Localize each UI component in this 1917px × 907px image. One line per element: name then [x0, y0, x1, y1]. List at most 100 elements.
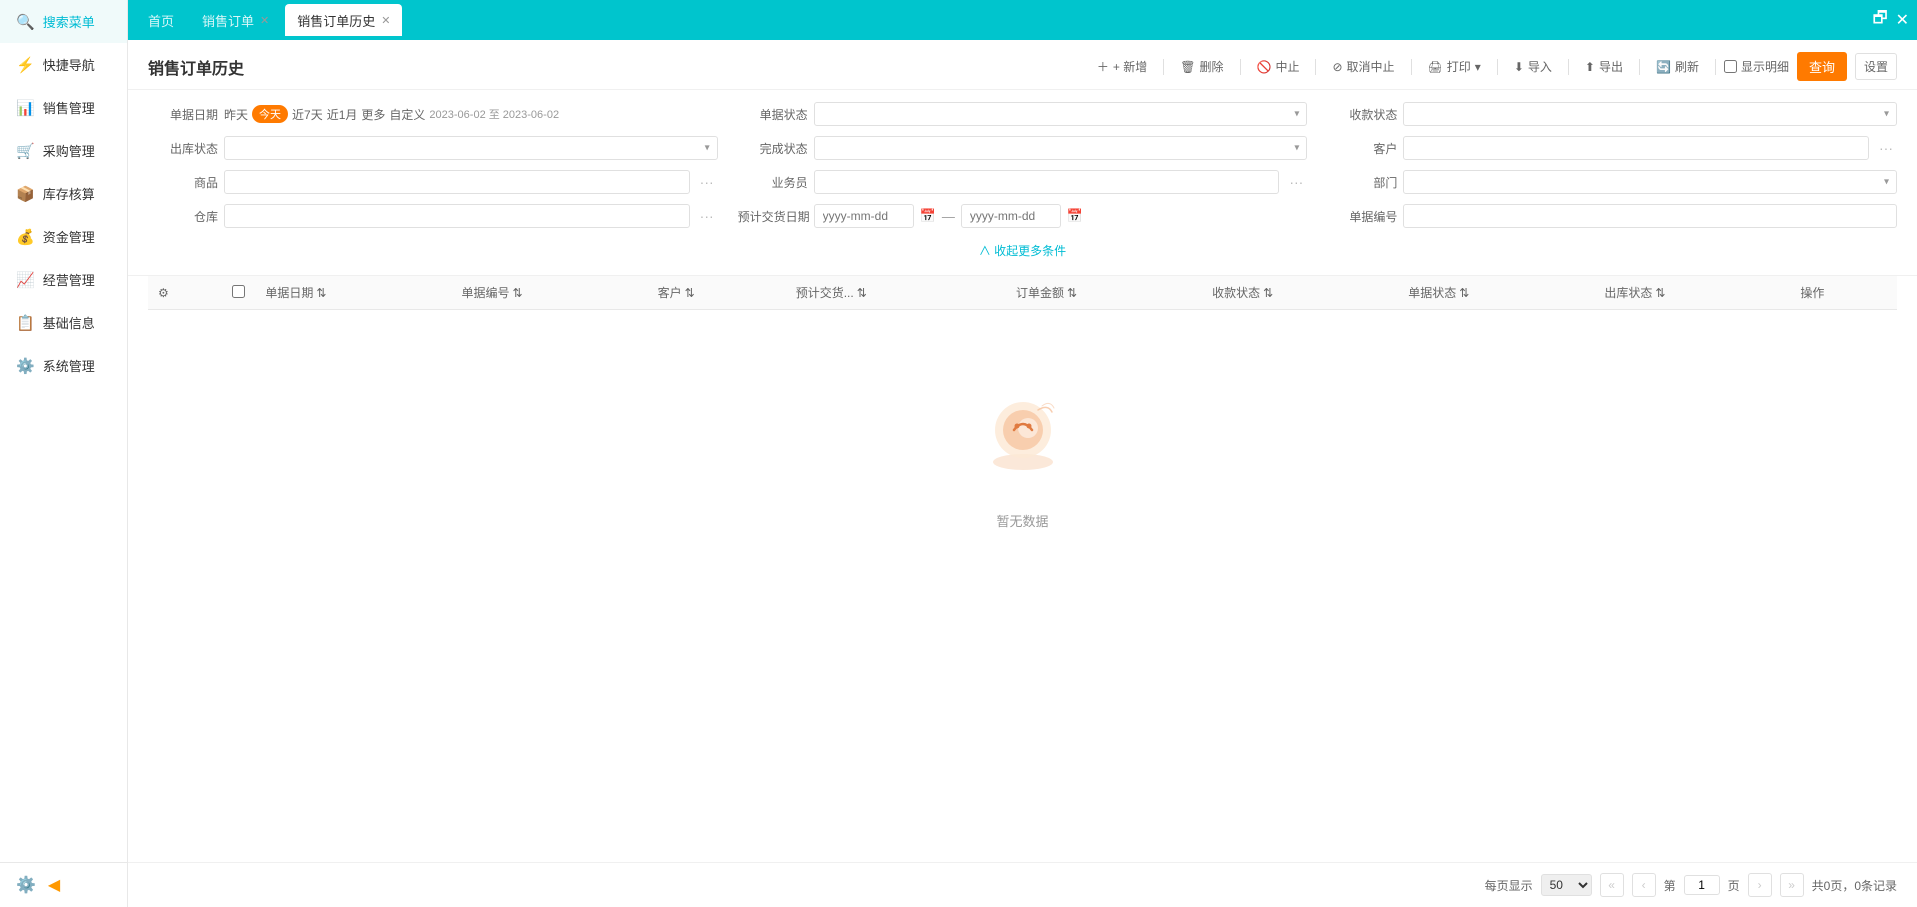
col-settings-btn[interactable]: ⚙ — [148, 276, 222, 310]
col-delivery-label: 预计交货... — [796, 284, 854, 301]
sidebar-label-system-mgmt: 系统管理 — [43, 356, 95, 375]
select-all-checkbox[interactable] — [232, 285, 245, 298]
delete-button[interactable]: 🗑 删除 — [1172, 54, 1231, 79]
page-size-select[interactable]: 50 20 100 — [1541, 874, 1592, 896]
salesperson-dots-icon[interactable]: ··· — [1285, 174, 1307, 190]
date-more-btn[interactable]: 更多 — [361, 106, 385, 123]
warehouse-input[interactable] — [224, 204, 690, 228]
sidebar-item-inventory-check[interactable]: 📦 库存核算 — [0, 172, 127, 215]
product-dots-icon[interactable]: ··· — [696, 174, 718, 190]
sort-delivery-btn[interactable]: 预计交货... ⇅ — [796, 284, 996, 301]
customer-input[interactable] — [1403, 136, 1869, 160]
date-1month-btn[interactable]: 近1月 — [327, 106, 358, 123]
collapse-conditions-btn[interactable]: ∧ 收起更多条件 — [148, 238, 1897, 263]
collapse-label: ∧ 收起更多条件 — [979, 244, 1066, 258]
date-7days-btn[interactable]: 近7天 — [292, 106, 323, 123]
sort-date-icon: ⇅ — [316, 286, 326, 300]
filter-row-1: 单据日期 昨天 今天 近7天 近1月 更多 自定义 2023-06-02 至 2… — [148, 102, 1897, 126]
export-button[interactable]: ⬆ 导出 — [1577, 54, 1631, 79]
department-select[interactable] — [1403, 170, 1897, 194]
order-status-select[interactable] — [814, 102, 1308, 126]
stop-button[interactable]: 🚫 中止 — [1249, 54, 1308, 79]
sidebar-item-search-menu[interactable]: 🔍 搜索菜单 — [0, 0, 127, 43]
next-page-button[interactable]: › — [1748, 873, 1772, 897]
page-header: 销售订单历史 ＋ + 新增 🗑 删除 🚫 中止 ⊘ — [128, 40, 1917, 90]
payment-status-label: 收款状态 — [1327, 106, 1397, 123]
sort-date-btn[interactable]: 单据日期 ⇅ — [265, 284, 441, 301]
col-select-all[interactable] — [222, 276, 255, 310]
sort-payment-status-btn[interactable]: 收款状态 ⇅ — [1212, 284, 1388, 301]
sort-no-icon: ⇅ — [513, 286, 523, 300]
sidebar-item-sales-mgmt[interactable]: 📊 销售管理 — [0, 86, 127, 129]
date-range-group: 昨天 今天 近7天 近1月 更多 自定义 2023-06-02 至 2023-0… — [224, 105, 718, 123]
window-restore-icon[interactable]: 🗗 — [1873, 7, 1888, 34]
print-label: 打印 — [1447, 58, 1471, 75]
toolbar-divider-1 — [1163, 59, 1164, 75]
first-page-button[interactable]: « — [1600, 873, 1624, 897]
sort-ship-status-btn[interactable]: 出库状态 ⇅ — [1604, 284, 1780, 301]
window-close-icon[interactable]: ✕ — [1896, 10, 1909, 30]
sidebar-item-ops-mgmt[interactable]: 📈 经营管理 — [0, 258, 127, 301]
sort-order-status-btn[interactable]: 单据状态 ⇅ — [1408, 284, 1584, 301]
new-button[interactable]: ＋ + 新增 — [1089, 54, 1155, 79]
settings-button[interactable]: 设置 — [1855, 53, 1897, 80]
sidebar-settings-icon[interactable]: ⚙️ — [16, 875, 36, 895]
customer-dots-icon[interactable]: ··· — [1875, 140, 1897, 156]
payment-status-select[interactable] — [1403, 102, 1897, 126]
sidebar-item-quick-nav[interactable]: ⚡ 快捷导航 — [0, 43, 127, 86]
salesperson-input[interactable] — [814, 170, 1280, 194]
delivery-date-start-calendar-icon[interactable]: 📅 — [920, 208, 936, 224]
sidebar-label-search: 搜索菜单 — [43, 12, 95, 31]
filter-customer: 客户 ··· — [1327, 136, 1897, 160]
sidebar-item-fund-mgmt[interactable]: 💰 资金管理 — [0, 215, 127, 258]
refresh-button[interactable]: 🔄 刷新 — [1648, 54, 1707, 79]
refresh-label: 刷新 — [1675, 58, 1699, 75]
tab-sales-order-history-close[interactable]: ✕ — [381, 14, 390, 27]
prev-page-button[interactable]: ‹ — [1632, 873, 1656, 897]
stop-icon: 🚫 — [1257, 60, 1272, 74]
cancel-stop-button[interactable]: ⊘ 取消中止 — [1324, 54, 1402, 79]
show-detail-checkbox[interactable] — [1724, 60, 1737, 73]
query-button[interactable]: 查询 — [1797, 52, 1847, 81]
warehouse-dots-icon[interactable]: ··· — [696, 208, 718, 224]
print-dropdown-icon: ▾ — [1475, 60, 1481, 74]
delete-label: 删除 — [1199, 58, 1223, 75]
order-no-input[interactable] — [1403, 204, 1897, 228]
tab-list: 首页 销售订单 ✕ 销售订单历史 ✕ — [136, 0, 402, 40]
tab-home[interactable]: 首页 — [136, 4, 186, 36]
delivery-date-end[interactable] — [961, 204, 1061, 228]
sort-customer-icon: ⇅ — [685, 286, 695, 300]
col-order-status-label: 单据状态 — [1408, 284, 1456, 301]
last-page-button[interactable]: » — [1780, 873, 1804, 897]
delivery-date-end-calendar-icon[interactable]: 📅 — [1067, 208, 1083, 224]
filter-order-status: 单据状态 ▾ — [738, 102, 1308, 126]
department-select-wrapper: ▾ — [1403, 170, 1897, 194]
tab-sales-order[interactable]: 销售订单 ✕ — [190, 4, 281, 36]
show-detail-toggle[interactable]: 显示明细 — [1724, 58, 1789, 75]
product-input[interactable] — [224, 170, 690, 194]
sort-ship-status-icon: ⇅ — [1655, 286, 1665, 300]
sort-no-btn[interactable]: 单据编号 ⇅ — [462, 284, 638, 301]
tab-sales-order-history[interactable]: 销售订单历史 ✕ — [285, 4, 402, 36]
col-payment-status-label: 收款状态 — [1212, 284, 1260, 301]
ship-status-select[interactable] — [224, 136, 718, 160]
sales-mgmt-icon: 📊 — [16, 99, 35, 117]
sidebar-collapse-icon[interactable]: ◀ — [48, 875, 60, 895]
quick-nav-icon: ⚡ — [16, 56, 35, 74]
import-button[interactable]: ⬇ 导入 — [1506, 54, 1560, 79]
complete-status-select[interactable] — [814, 136, 1308, 160]
sidebar-item-purchase-mgmt[interactable]: 🛒 采购管理 — [0, 129, 127, 172]
sort-amount-btn[interactable]: 订单金额 ⇅ — [1016, 284, 1192, 301]
sidebar-label-purchase-mgmt: 采购管理 — [43, 141, 95, 160]
date-yesterday-btn[interactable]: 昨天 — [224, 106, 248, 123]
date-today-btn[interactable]: 今天 — [252, 105, 288, 123]
print-button[interactable]: 🖨 打印 ▾ — [1420, 54, 1489, 79]
tab-sales-order-close[interactable]: ✕ — [260, 14, 269, 27]
date-custom-btn[interactable]: 自定义 — [389, 106, 425, 123]
page-number-input[interactable] — [1684, 875, 1720, 895]
sidebar-label-basic-info: 基础信息 — [43, 313, 95, 332]
sort-customer-btn[interactable]: 客户 ⇅ — [658, 284, 776, 301]
sidebar-item-system-mgmt[interactable]: ⚙️ 系统管理 — [0, 344, 127, 387]
sidebar-item-basic-info[interactable]: 📋 基础信息 — [0, 301, 127, 344]
delivery-date-start[interactable] — [814, 204, 914, 228]
